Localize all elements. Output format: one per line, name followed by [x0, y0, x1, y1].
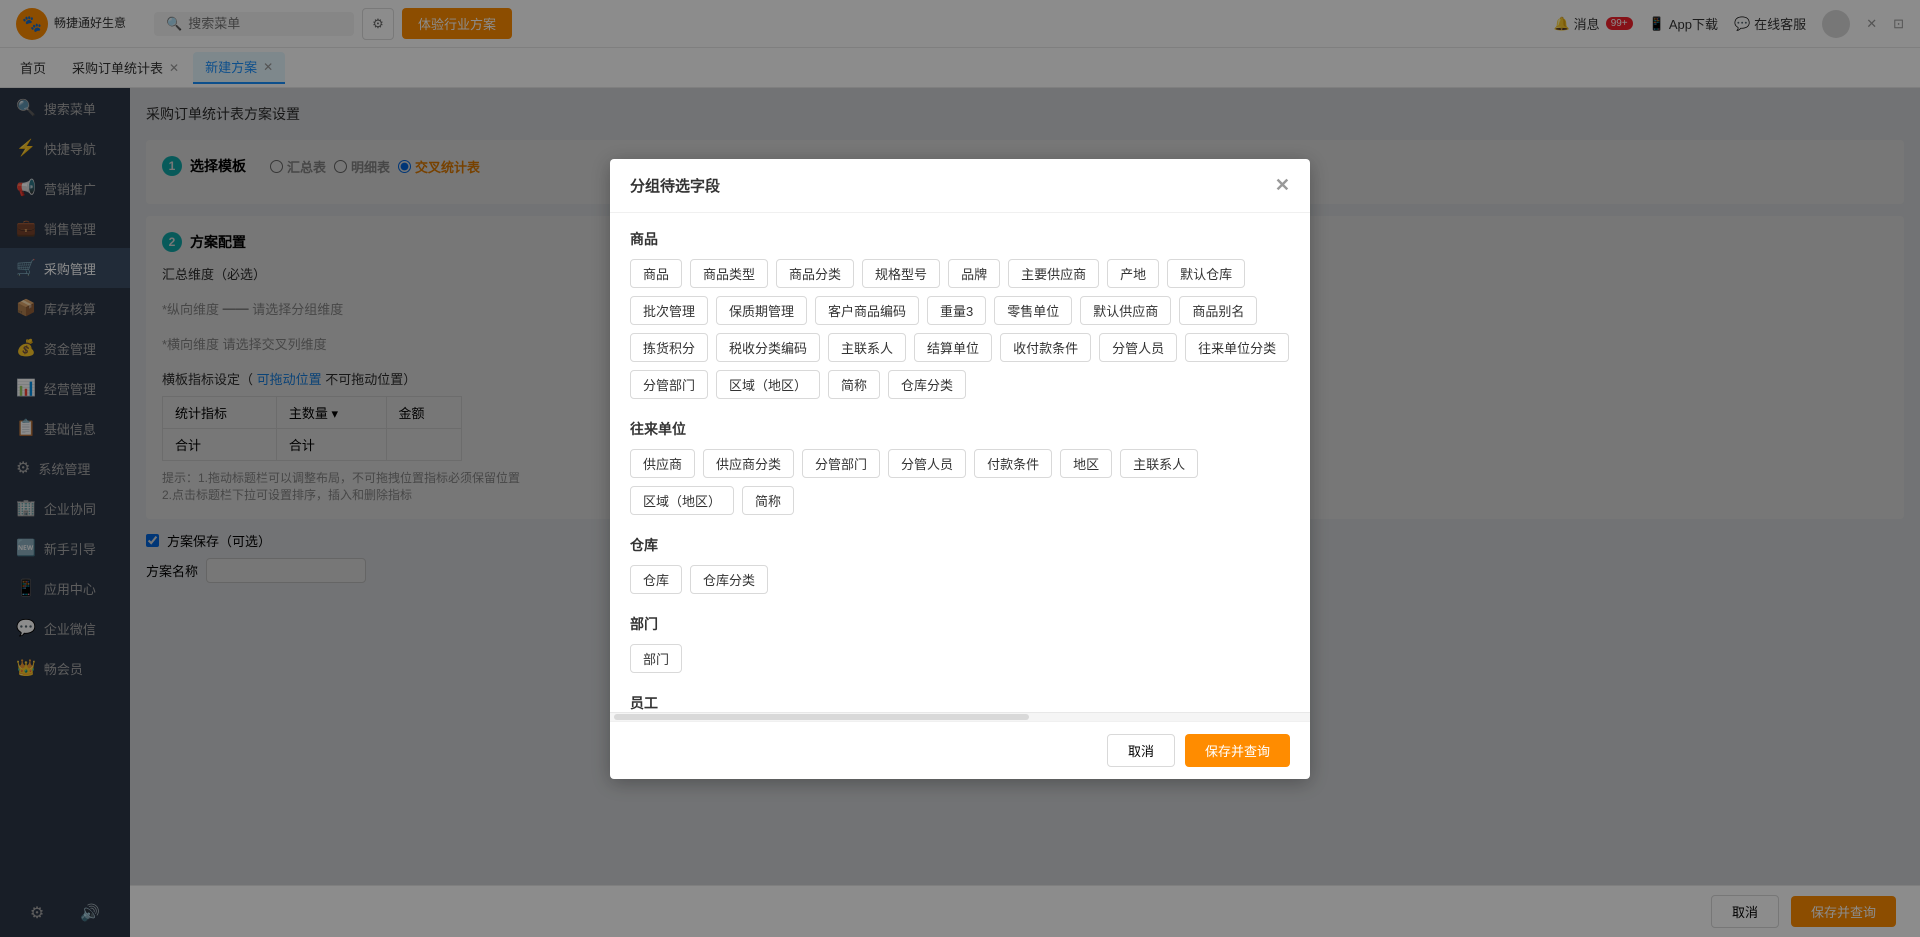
section-employee-title: 员工: [630, 693, 1290, 712]
field-tag-goods-8[interactable]: 批次管理: [630, 296, 708, 325]
field-tag-goods-4[interactable]: 品牌: [948, 259, 1000, 288]
section-department-title: 部门: [630, 614, 1290, 634]
field-tag-goods-25[interactable]: 仓库分类: [888, 370, 966, 399]
modal-overlay: 分组待选字段 ✕ 商品 商品 商品类型 商品分类 规格型号 品牌 主要供应商 产…: [0, 0, 1920, 937]
modal-header: 分组待选字段 ✕: [610, 159, 1310, 213]
field-tag-cp-6[interactable]: 主联系人: [1120, 449, 1198, 478]
field-tag-goods-15[interactable]: 拣货积分: [630, 333, 708, 362]
field-tag-goods-10[interactable]: 客户商品编码: [815, 296, 919, 325]
field-tag-goods-24[interactable]: 简称: [828, 370, 880, 399]
field-tag-goods-20[interactable]: 分管人员: [1099, 333, 1177, 362]
section-warehouse: 仓库 仓库 仓库分类: [630, 535, 1290, 594]
field-tag-goods-2[interactable]: 商品分类: [776, 259, 854, 288]
field-tag-goods-16[interactable]: 税收分类编码: [716, 333, 820, 362]
field-tag-goods-17[interactable]: 主联系人: [828, 333, 906, 362]
field-selection-modal: 分组待选字段 ✕ 商品 商品 商品类型 商品分类 规格型号 品牌 主要供应商 产…: [610, 159, 1310, 779]
field-tag-goods-0[interactable]: 商品: [630, 259, 682, 288]
modal-hscroll-thumb: [614, 714, 1029, 720]
field-tag-wh-1[interactable]: 仓库分类: [690, 565, 768, 594]
modal-confirm-button[interactable]: 保存并查询: [1185, 734, 1290, 767]
field-tag-goods-18[interactable]: 结算单位: [914, 333, 992, 362]
warehouse-field-tags: 仓库 仓库分类: [630, 565, 1290, 594]
field-tag-goods-21[interactable]: 往来单位分类: [1185, 333, 1289, 362]
field-tag-cp-7[interactable]: 区域（地区）: [630, 486, 734, 515]
modal-footer: 取消 保存并查询: [610, 721, 1310, 779]
field-tag-cp-5[interactable]: 地区: [1060, 449, 1112, 478]
field-tag-goods-3[interactable]: 规格型号: [862, 259, 940, 288]
field-tag-cp-4[interactable]: 付款条件: [974, 449, 1052, 478]
modal-close-button[interactable]: ✕: [1275, 175, 1290, 196]
field-tag-cp-3[interactable]: 分管人员: [888, 449, 966, 478]
field-tag-cp-2[interactable]: 分管部门: [802, 449, 880, 478]
field-tag-goods-14[interactable]: 商品别名: [1179, 296, 1257, 325]
field-tag-cp-1[interactable]: 供应商分类: [703, 449, 794, 478]
field-tag-goods-22[interactable]: 分管部门: [630, 370, 708, 399]
modal-hscroll[interactable]: [610, 712, 1310, 721]
section-warehouse-title: 仓库: [630, 535, 1290, 555]
field-tag-goods-12[interactable]: 零售单位: [994, 296, 1072, 325]
modal-title: 分组待选字段: [630, 175, 720, 196]
field-tag-cp-0[interactable]: 供应商: [630, 449, 695, 478]
field-tag-goods-7[interactable]: 默认仓库: [1167, 259, 1245, 288]
field-tag-goods-19[interactable]: 收付款条件: [1000, 333, 1091, 362]
field-tag-dept-0[interactable]: 部门: [630, 644, 682, 673]
field-tag-wh-0[interactable]: 仓库: [630, 565, 682, 594]
field-tag-goods-13[interactable]: 默认供应商: [1080, 296, 1171, 325]
section-counterpart-title: 往来单位: [630, 419, 1290, 439]
modal-cancel-button[interactable]: 取消: [1107, 734, 1175, 767]
section-goods: 商品 商品 商品类型 商品分类 规格型号 品牌 主要供应商 产地 默认仓库 批次…: [630, 229, 1290, 399]
field-tag-goods-5[interactable]: 主要供应商: [1008, 259, 1099, 288]
field-tag-goods-1[interactable]: 商品类型: [690, 259, 768, 288]
counterpart-field-tags: 供应商 供应商分类 分管部门 分管人员 付款条件 地区 主联系人 区域（地区） …: [630, 449, 1290, 515]
modal-body[interactable]: 商品 商品 商品类型 商品分类 规格型号 品牌 主要供应商 产地 默认仓库 批次…: [610, 213, 1310, 712]
section-employee: 员工 业务员: [630, 693, 1290, 712]
section-counterpart: 往来单位 供应商 供应商分类 分管部门 分管人员 付款条件 地区 主联系人 区域…: [630, 419, 1290, 515]
section-department: 部门 部门: [630, 614, 1290, 673]
field-tag-goods-9[interactable]: 保质期管理: [716, 296, 807, 325]
field-tag-goods-6[interactable]: 产地: [1107, 259, 1159, 288]
section-goods-title: 商品: [630, 229, 1290, 249]
goods-field-tags: 商品 商品类型 商品分类 规格型号 品牌 主要供应商 产地 默认仓库 批次管理 …: [630, 259, 1290, 399]
field-tag-goods-23[interactable]: 区域（地区）: [716, 370, 820, 399]
field-tag-goods-11[interactable]: 重量3: [927, 296, 986, 325]
department-field-tags: 部门: [630, 644, 1290, 673]
field-tag-cp-8[interactable]: 简称: [742, 486, 794, 515]
